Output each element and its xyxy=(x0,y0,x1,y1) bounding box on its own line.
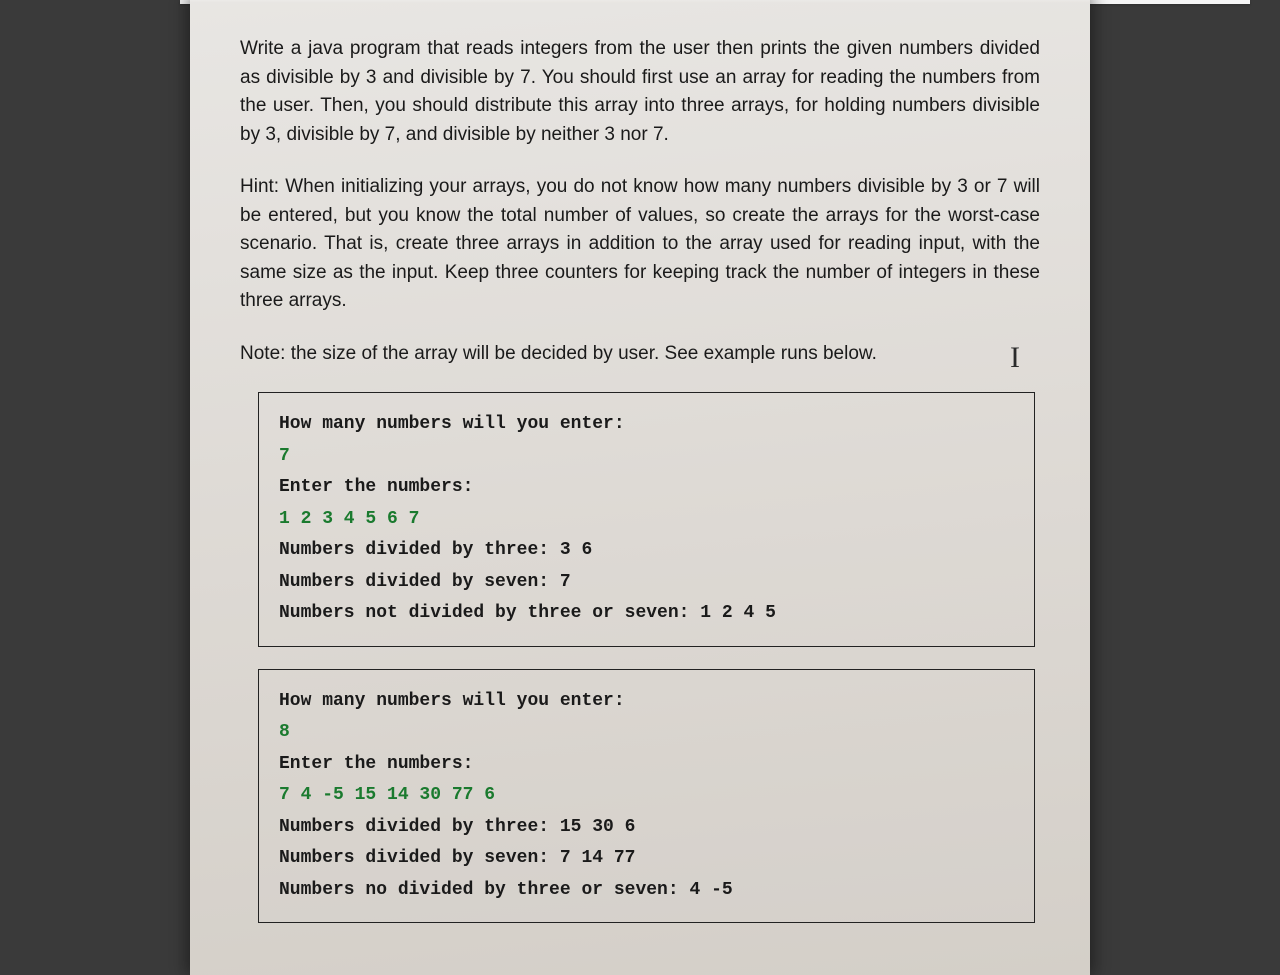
output-line: Numbers divided by three: 15 30 6 xyxy=(279,812,1014,844)
prompt-line: Enter the numbers: xyxy=(279,472,1014,504)
example-run-1: How many numbers will you enter: 7 Enter… xyxy=(258,392,1035,647)
example-run-2: How many numbers will you enter: 8 Enter… xyxy=(258,669,1035,924)
user-input-line: 7 xyxy=(279,441,1014,473)
output-line: Numbers divided by seven: 7 14 77 xyxy=(279,843,1014,875)
problem-paragraph-1: Write a java program that reads integers… xyxy=(240,35,1040,149)
prompt-line: How many numbers will you enter: xyxy=(279,409,1014,441)
user-input-line: 7 4 -5 15 14 30 77 6 xyxy=(279,780,1014,812)
prompt-line: How many numbers will you enter: xyxy=(279,686,1014,718)
user-input-line: 1 2 3 4 5 6 7 xyxy=(279,504,1014,536)
problem-paragraph-hint: Hint: When initializing your arrays, you… xyxy=(240,173,1040,316)
output-line: Numbers not divided by three or seven: 1… xyxy=(279,598,1014,630)
output-line: Numbers divided by three: 3 6 xyxy=(279,535,1014,567)
output-line: Numbers divided by seven: 7 xyxy=(279,567,1014,599)
text-cursor-ibeam: I xyxy=(1010,341,1020,375)
user-input-line: 8 xyxy=(279,717,1014,749)
problem-paragraph-note: Note: the size of the array will be deci… xyxy=(240,340,1040,369)
output-line: Numbers no divided by three or seven: 4 … xyxy=(279,875,1014,907)
document-page: Write a java program that reads integers… xyxy=(190,0,1090,975)
prompt-line: Enter the numbers: xyxy=(279,749,1014,781)
